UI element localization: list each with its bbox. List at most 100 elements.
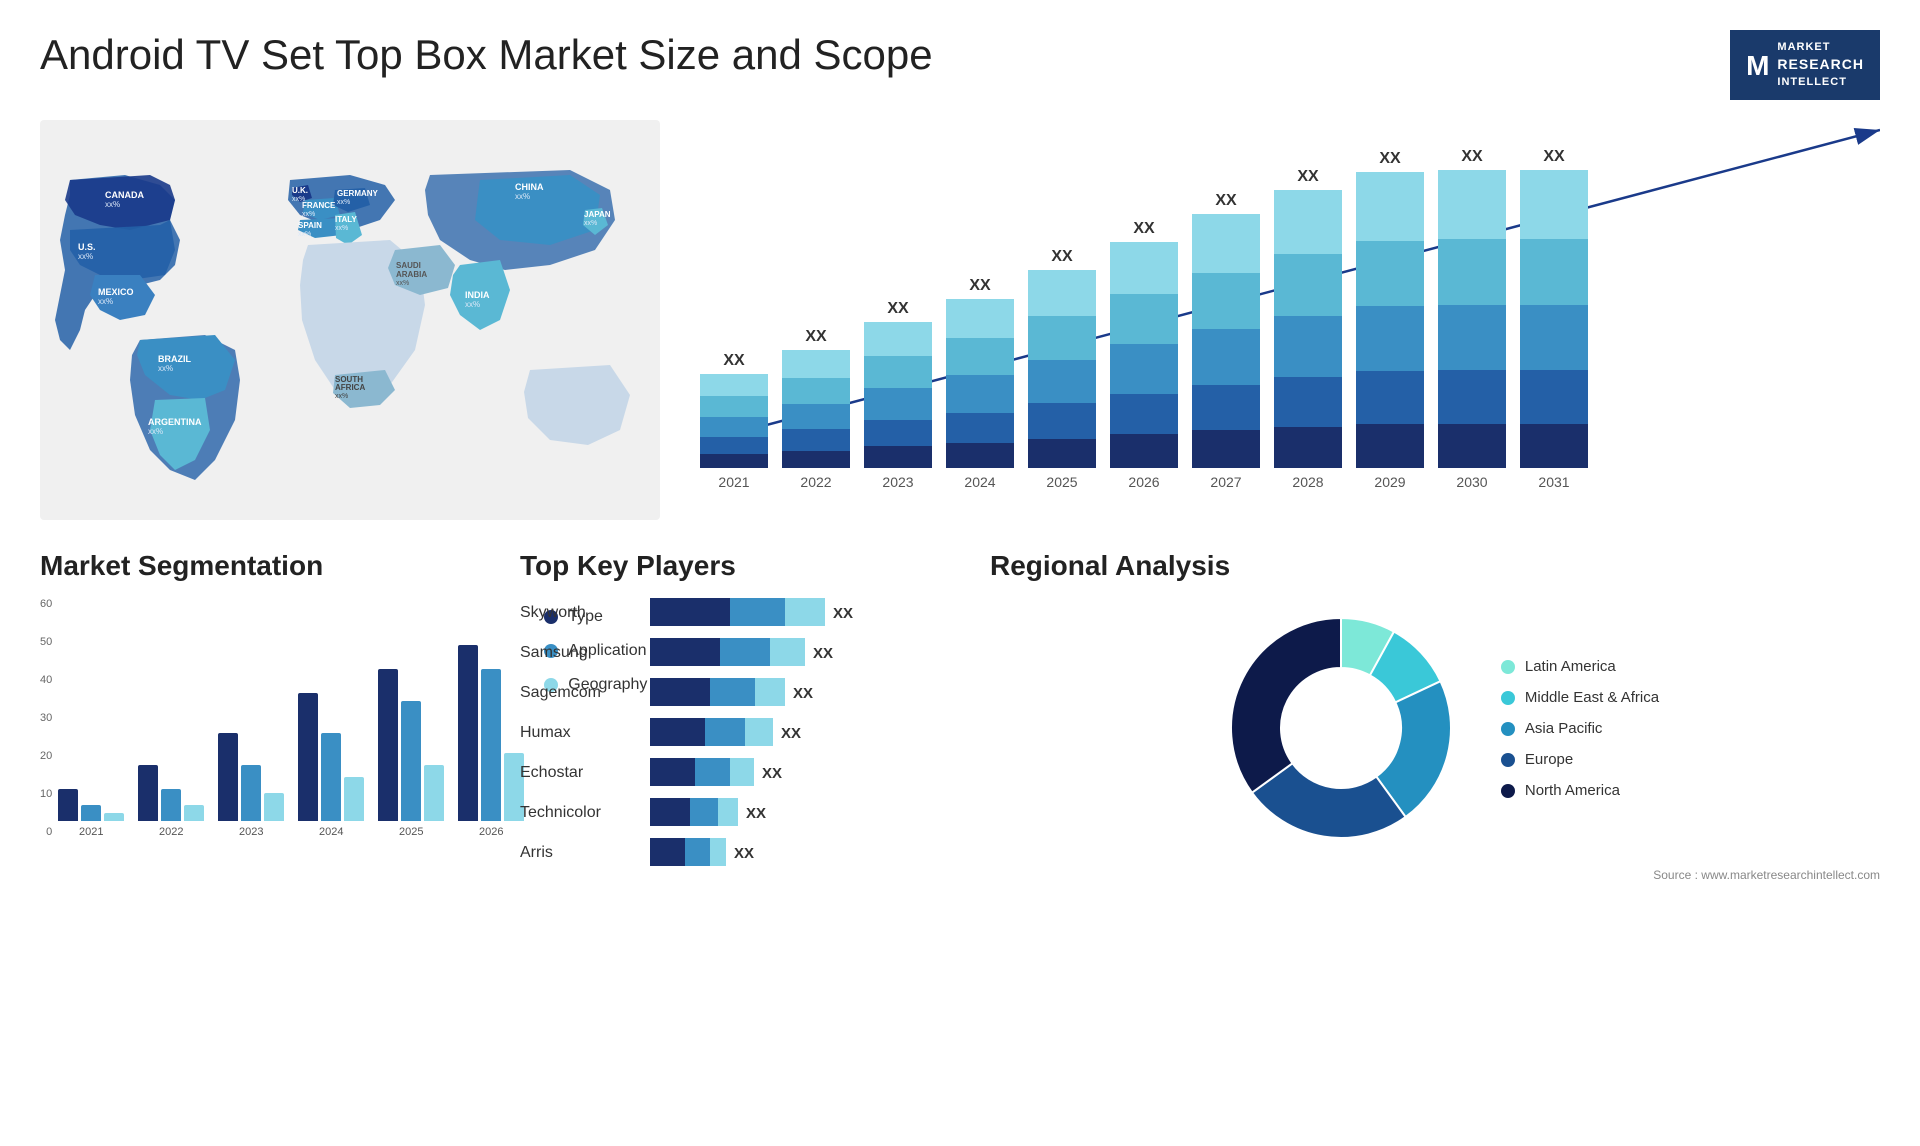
bar-label-top: XX xyxy=(1543,148,1564,166)
bar-year: 2021 xyxy=(700,474,768,490)
player-bar-seg xyxy=(695,758,730,786)
seg-bar-group: 2024 xyxy=(298,598,364,838)
regional-legend-item: Europe xyxy=(1501,751,1659,768)
bar-label-top: XX xyxy=(1379,150,1400,168)
player-bar-seg xyxy=(650,678,710,706)
bar-group: XX xyxy=(1520,148,1588,468)
player-xx-label: XX xyxy=(813,645,833,662)
player-bar-container: XX xyxy=(650,718,960,748)
player-row: SamsungXX xyxy=(520,638,960,668)
bar-segment xyxy=(1438,424,1506,469)
bar-group: XX xyxy=(700,148,768,468)
player-bar-seg xyxy=(730,598,785,626)
player-bar xyxy=(650,678,785,708)
regional-legend-dot xyxy=(1501,753,1515,767)
bar-year: 2028 xyxy=(1274,474,1342,490)
bar-year: 2030 xyxy=(1438,474,1506,490)
player-bar-seg xyxy=(685,838,710,866)
player-bar-seg xyxy=(710,838,726,866)
bar-label-top: XX xyxy=(1133,220,1154,238)
segmentation-area: Market Segmentation 60 50 40 30 20 10 0 … xyxy=(40,550,490,882)
bar-segment xyxy=(946,338,1014,375)
player-xx-label: XX xyxy=(746,805,766,822)
player-bar-seg xyxy=(650,598,730,626)
player-row: SagemcomXX xyxy=(520,678,960,708)
seg-y-0: 0 xyxy=(40,826,52,838)
seg-bar-group: 2022 xyxy=(138,598,204,838)
player-name: Echostar xyxy=(520,764,640,782)
bar-label-top: XX xyxy=(723,352,744,370)
svg-text:U.S.: U.S. xyxy=(78,242,96,252)
regional-legend-item: Middle East & Africa xyxy=(1501,689,1659,706)
bar-segment xyxy=(1520,239,1588,305)
logo-area: M MARKET RESEARCH INTELLECT xyxy=(1730,30,1880,100)
svg-text:GERMANY: GERMANY xyxy=(337,189,379,198)
regional-legend-label: Asia Pacific xyxy=(1525,720,1603,737)
bar-group: XX xyxy=(1438,148,1506,468)
seg-y-axis: 60 50 40 30 20 10 0 xyxy=(40,598,52,838)
bar-year: 2022 xyxy=(782,474,850,490)
svg-text:U.K.: U.K. xyxy=(292,186,308,195)
player-row: SkyworthXX xyxy=(520,598,960,628)
bar-segment xyxy=(1520,305,1588,371)
player-bar xyxy=(650,758,754,788)
bar-segment xyxy=(1438,370,1506,424)
logo-text: MARKET RESEARCH INTELLECT xyxy=(1777,40,1864,90)
seg-bar xyxy=(218,733,238,821)
seg-year: 2025 xyxy=(399,826,423,838)
bar-group: XX xyxy=(1110,148,1178,468)
bar-segment xyxy=(1356,371,1424,424)
seg-bar xyxy=(241,765,261,821)
seg-year: 2023 xyxy=(239,826,263,838)
map-svg: CANADA xx% U.S. xx% MEXICO xx% BRAZIL xx… xyxy=(40,120,660,520)
bar-chart-bars: XXXXXXXXXXXXXXXXXXXXXX xyxy=(700,148,1880,468)
bar-label-top: XX xyxy=(969,277,990,295)
seg-bar xyxy=(104,813,124,821)
logo-line2: RESEARCH xyxy=(1777,55,1864,75)
player-bar-seg xyxy=(690,798,718,826)
bar-year: 2024 xyxy=(946,474,1014,490)
logo-line3: INTELLECT xyxy=(1777,75,1864,90)
seg-y-60: 60 xyxy=(40,598,52,610)
player-bar-container: XX xyxy=(650,838,960,868)
svg-text:BRAZIL: BRAZIL xyxy=(158,354,191,364)
bar-segment xyxy=(1438,239,1506,305)
player-row: TechnicolorXX xyxy=(520,798,960,828)
player-bar xyxy=(650,838,726,868)
player-name: Humax xyxy=(520,724,640,742)
svg-text:JAPAN: JAPAN xyxy=(584,210,611,219)
bar-group: XX xyxy=(1028,148,1096,468)
regional-legend-dot xyxy=(1501,660,1515,674)
seg-bar xyxy=(378,669,398,821)
regional-legend-dot xyxy=(1501,784,1515,798)
regional-legend-dot xyxy=(1501,691,1515,705)
bar-segment xyxy=(864,322,932,356)
seg-bar xyxy=(138,765,158,821)
seg-y-50: 50 xyxy=(40,636,52,648)
svg-text:FRANCE: FRANCE xyxy=(302,201,336,210)
top-section: CANADA xx% U.S. xx% MEXICO xx% BRAZIL xx… xyxy=(40,120,1880,520)
svg-text:xx%: xx% xyxy=(148,427,163,436)
bar-segment xyxy=(1356,306,1424,371)
donut-svg xyxy=(1211,598,1471,858)
seg-y-30: 30 xyxy=(40,712,52,724)
bar-segment xyxy=(1356,241,1424,306)
svg-text:xx%: xx% xyxy=(584,220,597,227)
bar-segment xyxy=(1438,170,1506,239)
player-row: ArrisXX xyxy=(520,838,960,868)
player-row: Humax XX xyxy=(520,718,960,748)
seg-year: 2024 xyxy=(319,826,343,838)
seg-bar-group: 2026 xyxy=(458,598,524,838)
regional-legend: Latin AmericaMiddle East & AfricaAsia Pa… xyxy=(1501,658,1659,799)
bar-segment xyxy=(1192,329,1260,385)
player-xx-label: XX xyxy=(762,765,782,782)
bar-segment xyxy=(1110,294,1178,344)
bar-year: 2031 xyxy=(1520,474,1588,490)
player-bar-seg xyxy=(650,638,720,666)
bar-segment xyxy=(946,443,1014,468)
bar-label-top: XX xyxy=(1051,248,1072,266)
bar-segment xyxy=(700,417,768,438)
bar-segment xyxy=(1274,316,1342,377)
seg-bar xyxy=(344,777,364,821)
bar-segment xyxy=(1028,360,1096,404)
